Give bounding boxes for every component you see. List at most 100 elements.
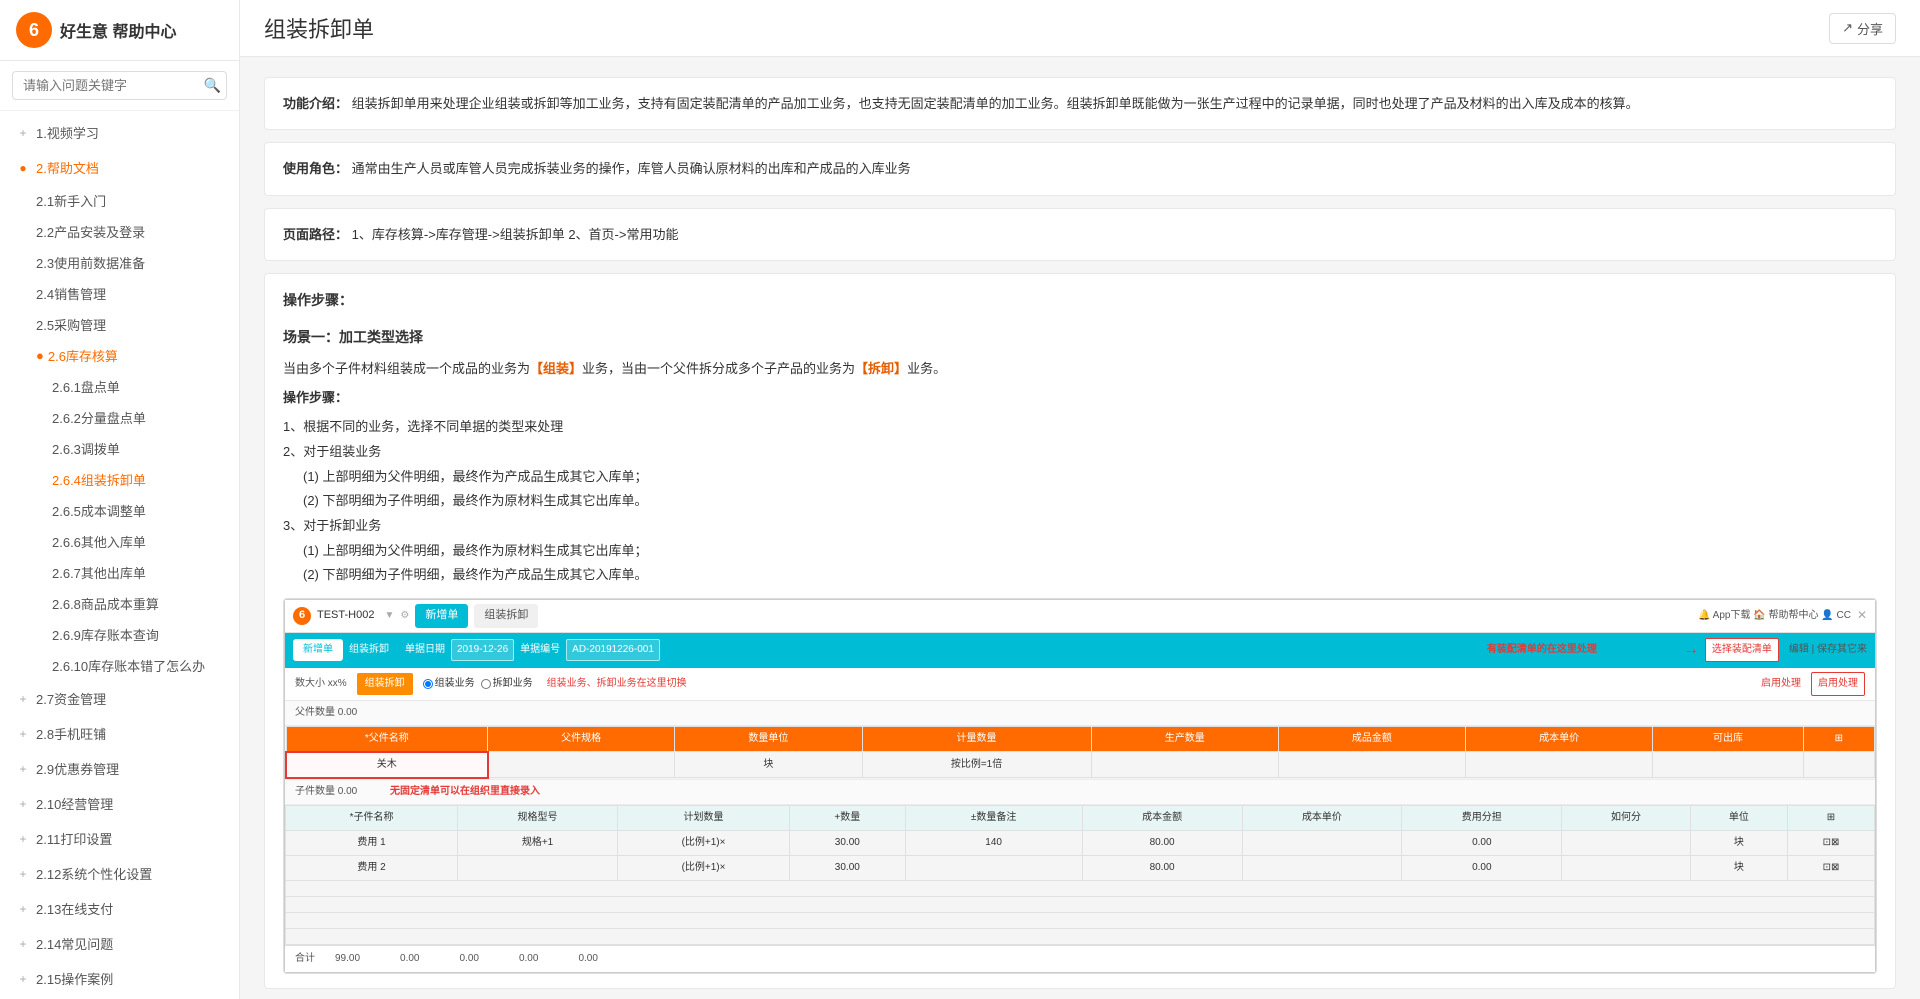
step3-2-text: (2) 下部明细为子件明细，最终作为产成品生成其它入库单。 bbox=[303, 563, 1877, 588]
nav-item-2-14[interactable]: + 2.14常见问题 bbox=[0, 926, 239, 961]
mock-settings-icon: ⚙ bbox=[400, 607, 409, 625]
nav-label-2-15: 2.15操作案例 bbox=[36, 969, 223, 988]
nav-label-2-11: 2.11打印设置 bbox=[36, 829, 223, 848]
logo-icon: 6 bbox=[16, 12, 52, 48]
nav-label-2-8: 2.8手机旺铺 bbox=[36, 724, 223, 743]
lower-td-1-10: ⊡⊠ bbox=[1787, 830, 1874, 855]
nav-expand-icon-2-14: + bbox=[16, 937, 30, 951]
nav-item-2-11[interactable]: + 2.11打印设置 bbox=[0, 821, 239, 856]
nav-label-2-12: 2.12系统个性化设置 bbox=[36, 864, 223, 883]
nav-child-2-3[interactable]: 2.3使用前数据准备 bbox=[0, 247, 239, 278]
nav-child-2-5[interactable]: 2.5采购管理 bbox=[0, 309, 239, 340]
nav-child-2-6-10[interactable]: 2.6.10库存账本错了怎么办 bbox=[0, 650, 239, 681]
lower-td-2-0: 费用 2 bbox=[286, 855, 458, 880]
mock-upper-header-row: *父件名称 父件规格 数量单位 计量数量 生产数量 成品金额 成本单价 可出库 … bbox=[286, 726, 1875, 752]
upper-th-2: 数量单位 bbox=[675, 726, 862, 752]
sidebar: 6 好生意 帮助中心 🔍 + 1.视频学习 ● 2.帮助文档 2.1新手入门 2… bbox=[0, 0, 240, 999]
nav-item-2-12[interactable]: + 2.12系统个性化设置 bbox=[0, 856, 239, 891]
search-input[interactable] bbox=[12, 71, 227, 100]
mock-screen: 6 TEST-H002 ▼ ⚙ 新增单 组装拆卸 🔔 App下载 🏠 帮助帮中心… bbox=[284, 599, 1876, 973]
mock-lower-row-2: 费用 2 (比例+1)× 30.00 80.00 0.00 块 ⊡⊠ bbox=[286, 855, 1875, 880]
nav-item-2-7[interactable]: + 2.7资金管理 bbox=[0, 681, 239, 716]
lower-td-1-6 bbox=[1242, 830, 1402, 855]
nav-child-2-6-8[interactable]: 2.6.8商品成本重算 bbox=[0, 588, 239, 619]
lower-td-2-2: (比例+1)× bbox=[617, 855, 789, 880]
footer-val-1: 99.00 bbox=[335, 950, 360, 968]
sidebar-header: 6 好生意 帮助中心 bbox=[0, 0, 239, 61]
mock-field-num-label: 单据编号 bbox=[520, 641, 560, 659]
upper-th-0: *父件名称 bbox=[286, 726, 488, 752]
step1-text: 1、根据不同的业务，选择不同单据的类型来处理 bbox=[283, 415, 1877, 440]
lower-td-2-9: 块 bbox=[1690, 855, 1787, 880]
mock-sub-tabs: 新增单 组装拆卸 单据日期 2019-12-26 单据编号 AD-2019122… bbox=[285, 633, 1875, 668]
nav-child-2-2[interactable]: 2.2产品安装及登录 bbox=[0, 216, 239, 247]
mock-section-badge: 组装拆卸 bbox=[357, 673, 413, 695]
lower-th-6: 成本单价 bbox=[1242, 805, 1402, 830]
nav-item-2[interactable]: ● 2.帮助文档 bbox=[0, 150, 239, 185]
nav-item-2-10[interactable]: + 2.10经营管理 bbox=[0, 786, 239, 821]
operations-block: 操作步骤： 场景一：加工类型选择 当由多个子件材料组装成一个成品的业务为【组装】… bbox=[264, 273, 1896, 989]
upper-td-unit: 块 bbox=[675, 752, 862, 778]
lower-th-9: 单位 bbox=[1690, 805, 1787, 830]
role-block: 使用角色： 通常由生产人员或库管人员完成拆装业务的操作，库管人员确认原材料的出库… bbox=[264, 142, 1896, 195]
nav-item-2-9[interactable]: + 2.9优惠券管理 bbox=[0, 751, 239, 786]
mock-lower-row-5 bbox=[286, 912, 1875, 928]
nav-child-2-6-7[interactable]: 2.6.7其他出库单 bbox=[0, 557, 239, 588]
nav-child-2-1[interactable]: 2.1新手入门 bbox=[0, 185, 239, 216]
mock-titlebar: 6 TEST-H002 ▼ ⚙ 新增单 组装拆卸 🔔 App下载 🏠 帮助帮中心… bbox=[285, 600, 1875, 633]
mock-lower-row-1: 费用 1 规格+1 (比例+1)× 30.00 140 80.00 0.00 块… bbox=[286, 830, 1875, 855]
lower-td-1-0: 费用 1 bbox=[286, 830, 458, 855]
annotation-arrow-1: → bbox=[1683, 636, 1699, 665]
mock-lower-section: 子件数量 0.00 无固定清单可以在组织里直接录入 bbox=[285, 779, 1875, 805]
ops-title: 操作步骤： bbox=[283, 288, 1877, 313]
annotation-1: 有装配清单的在这里处理 bbox=[1487, 641, 1597, 659]
nav-child-2-6-1[interactable]: 2.6.1盘点单 bbox=[0, 371, 239, 402]
logo-title: 好生意 帮助中心 bbox=[60, 18, 176, 42]
nav-label-2-14: 2.14常见问题 bbox=[36, 934, 223, 953]
mock-upper-table: *父件名称 父件规格 数量单位 计量数量 生产数量 成品金额 成本单价 可出库 … bbox=[285, 726, 1875, 779]
lower-th-0: *子件名称 bbox=[286, 805, 458, 830]
path-block: 页面路径： 1、库存核算->库存管理->组装拆卸单 2、首页->常用功能 bbox=[264, 208, 1896, 261]
mock-logo-icon: 6 bbox=[293, 607, 311, 625]
nav-child-2-6-6[interactable]: 2.6.6其他入库单 bbox=[0, 526, 239, 557]
nav-item-2-8[interactable]: + 2.8手机旺铺 bbox=[0, 716, 239, 751]
footer-label-1: 合计 bbox=[295, 950, 315, 968]
nav-child-2-4[interactable]: 2.4销售管理 bbox=[0, 278, 239, 309]
lower-th-2: 计划数量 bbox=[617, 805, 789, 830]
nav-item-1[interactable]: + 1.视频学习 bbox=[0, 115, 239, 150]
upper-th-1: 父件规格 bbox=[488, 726, 675, 752]
nav-label-2-10: 2.10经营管理 bbox=[36, 794, 223, 813]
mock-form-toolbar: 数大小 xx% 组装拆卸 组装业务 拆卸业务 组装业务、拆卸业务在这里切换 启用… bbox=[285, 668, 1875, 701]
lower-th-10: ⊞ bbox=[1787, 805, 1874, 830]
footer-val-5: 0.00 bbox=[578, 950, 597, 968]
top-bar: 组装拆卸单 ↗ 分享 bbox=[240, 0, 1920, 57]
nav-child-2-6[interactable]: ● 2.6库存核算 bbox=[0, 340, 239, 371]
nav-child-2-6-5[interactable]: 2.6.5成本调整单 bbox=[0, 495, 239, 526]
path-label: 页面路径： bbox=[283, 227, 348, 242]
nav-label-2-9: 2.9优惠券管理 bbox=[36, 759, 223, 778]
upper-td-actions bbox=[1803, 752, 1874, 778]
mock-upper-section: 父件数量 0.00 bbox=[285, 701, 1875, 726]
nav-child-2-6-4[interactable]: 2.6.4组装拆卸单 bbox=[0, 464, 239, 495]
upper-th-4: 生产数量 bbox=[1091, 726, 1278, 752]
annotation-btn-1: 选择装配清单 bbox=[1705, 638, 1779, 662]
intro-block: 功能介绍： 组装拆卸单用来处理企业组装或拆卸等加工业务，支持有固定装配清单的产品… bbox=[264, 77, 1896, 130]
upper-td-name: 关木 bbox=[286, 752, 488, 778]
mock-window-title: TEST-H002 bbox=[317, 606, 374, 626]
mock-lower-row-4 bbox=[286, 896, 1875, 912]
lower-td-2-6 bbox=[1242, 855, 1402, 880]
annotation-4: 启用处理 bbox=[1761, 675, 1801, 693]
share-button[interactable]: ↗ 分享 bbox=[1829, 13, 1896, 44]
nav-item-2-13[interactable]: + 2.13在线支付 bbox=[0, 891, 239, 926]
lower-th-3: +数量 bbox=[790, 805, 905, 830]
lower-td-2-8 bbox=[1562, 855, 1691, 880]
search-button[interactable]: 🔍 bbox=[204, 77, 221, 94]
upper-th-3: 计量数量 bbox=[862, 726, 1091, 752]
mock-field-num-value: AD-20191226-001 bbox=[566, 639, 660, 661]
annotation-3: 组装业务、拆卸业务在这里切换 bbox=[547, 675, 687, 693]
search-bar: 🔍 bbox=[0, 61, 239, 111]
nav-item-2-15[interactable]: + 2.15操作案例 bbox=[0, 961, 239, 996]
nav-child-2-6-3[interactable]: 2.6.3调拨单 bbox=[0, 433, 239, 464]
nav-child-2-6-9[interactable]: 2.6.9库存账本查询 bbox=[0, 619, 239, 650]
nav-child-2-6-2[interactable]: 2.6.2分量盘点单 bbox=[0, 402, 239, 433]
